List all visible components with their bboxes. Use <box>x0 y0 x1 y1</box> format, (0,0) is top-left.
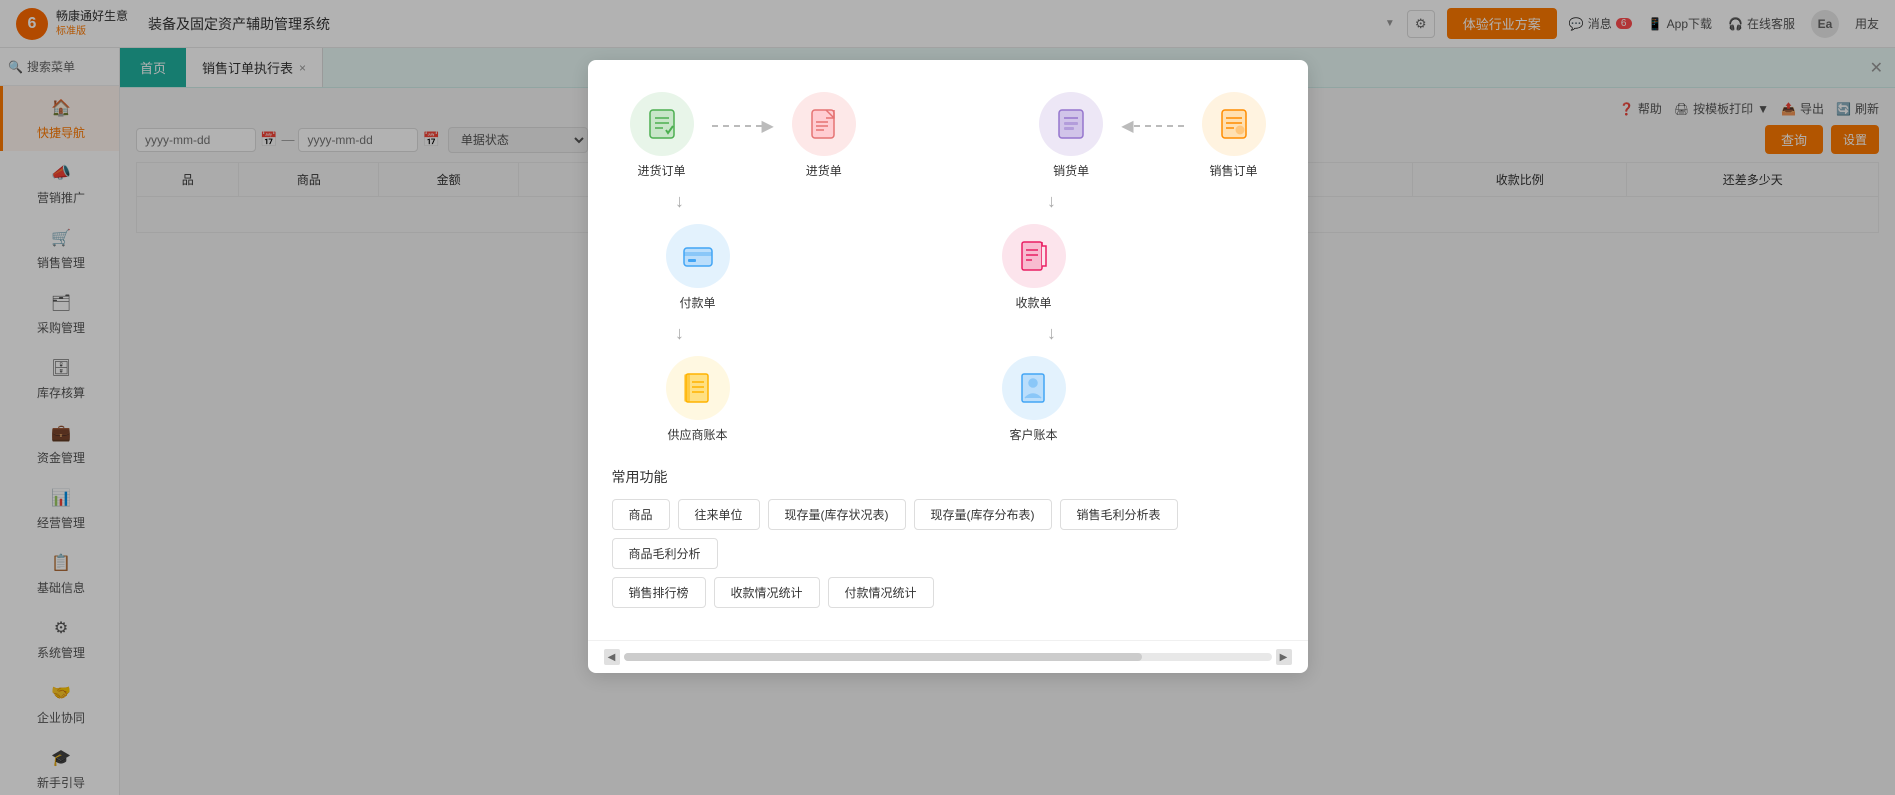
flow-item-customer-ledger[interactable]: 客户账本 <box>984 356 1084 443</box>
supplier-ledger-circle <box>666 356 730 420</box>
func-btn-payment-stat[interactable]: 付款情况统计 <box>828 577 934 608</box>
func-btn-stock-dist[interactable]: 现存量(库存分布表) <box>914 499 1052 530</box>
flow-row-1: 进货订单 ▶ <box>612 84 1284 187</box>
flow-item-sales-bill[interactable]: 销货单 <box>1021 92 1121 179</box>
flow-item-sales-order[interactable]: 销售订单 <box>1184 92 1284 179</box>
func-btn-receipt-stat[interactable]: 收款情况统计 <box>714 577 820 608</box>
scroll-right-button[interactable]: ▶ <box>1276 649 1292 665</box>
common-functions-section: 常用功能 商品 往来单位 现存量(库存状况表) 现存量(库存分布表) 销售毛利分… <box>612 467 1284 608</box>
supplier-ledger-label: 供应商账本 <box>667 426 727 443</box>
payment-icon <box>680 238 716 274</box>
sales-bill-circle <box>1039 92 1103 156</box>
customer-ledger-circle <box>1002 356 1066 420</box>
sales-order-label: 销售订单 <box>1209 162 1257 179</box>
sales-bill-label: 销货单 <box>1053 162 1089 179</box>
func-btn-product[interactable]: 商品 <box>612 499 670 530</box>
flow-section: 进货订单 ▶ <box>612 84 1284 451</box>
sales-order-circle <box>1202 92 1266 156</box>
supplier-ledger-icon <box>680 370 716 406</box>
func-btn-sales-profit[interactable]: 销售毛利分析表 <box>1060 499 1178 530</box>
down-arrows-row-2: ↓ ↓ <box>612 319 1284 348</box>
func-btn-sales-rank[interactable]: 销售排行榜 <box>612 577 706 608</box>
modal-content: 进货订单 ▶ <box>588 60 1308 640</box>
flow-item-purchase-bill[interactable]: 进货单 <box>774 92 874 179</box>
purchase-order-icon <box>644 106 680 142</box>
purchase-bill-down-arrow: ↓ <box>648 191 712 212</box>
common-functions-title: 常用功能 <box>612 467 1284 487</box>
receipt-circle <box>1002 224 1066 288</box>
purchase-bill-icon <box>806 106 842 142</box>
payment-label: 付款单 <box>679 294 715 311</box>
modal-box: 进货订单 ▶ <box>588 60 1308 673</box>
scroll-track[interactable] <box>624 653 1272 661</box>
flow-item-receipt[interactable]: 收款单 <box>984 224 1084 311</box>
flow-row-2: 付款单 <box>612 216 1284 319</box>
purchase-order-label: 进货订单 <box>637 162 685 179</box>
receipt-down-arrow: ↓ <box>1020 323 1084 344</box>
sales-order-icon <box>1216 106 1252 142</box>
flow-item-payment[interactable]: 付款单 <box>648 224 748 311</box>
down-arrows-row-1: ↓ ↓ <box>612 187 1284 216</box>
scroll-thumb <box>624 653 1142 661</box>
func-grid-1: 商品 往来单位 现存量(库存状况表) 现存量(库存分布表) 销售毛利分析表 商品… <box>612 499 1284 569</box>
flow-row-3: 供应商账本 客户账本 <box>612 348 1284 451</box>
flow-item-purchase-order[interactable]: 进货订单 <box>612 92 712 179</box>
customer-ledger-icon <box>1016 370 1052 406</box>
modal-scroll-bar: ◀ ▶ <box>588 640 1308 673</box>
payment-down-arrow: ↓ <box>648 323 712 344</box>
func-btn-stock-status[interactable]: 现存量(库存状况表) <box>768 499 906 530</box>
func-btn-product-profit[interactable]: 商品毛利分析 <box>612 538 718 569</box>
purchase-order-circle <box>630 92 694 156</box>
sales-bill-down-arrow: ↓ <box>1020 191 1084 212</box>
scroll-left-button[interactable]: ◀ <box>604 649 620 665</box>
flow-item-supplier-ledger[interactable]: 供应商账本 <box>648 356 748 443</box>
func-btn-contact[interactable]: 往来单位 <box>678 499 760 530</box>
receipt-label: 收款单 <box>1015 294 1051 311</box>
payment-circle <box>666 224 730 288</box>
customer-ledger-label: 客户账本 <box>1009 426 1057 443</box>
modal-overlay[interactable]: 进货订单 ▶ <box>0 0 1895 795</box>
purchase-bill-label: 进货单 <box>806 162 842 179</box>
sales-bill-icon <box>1053 106 1089 142</box>
receipt-icon <box>1016 238 1052 274</box>
purchase-bill-circle <box>792 92 856 156</box>
func-grid-2: 销售排行榜 收款情况统计 付款情况统计 <box>612 577 1284 608</box>
